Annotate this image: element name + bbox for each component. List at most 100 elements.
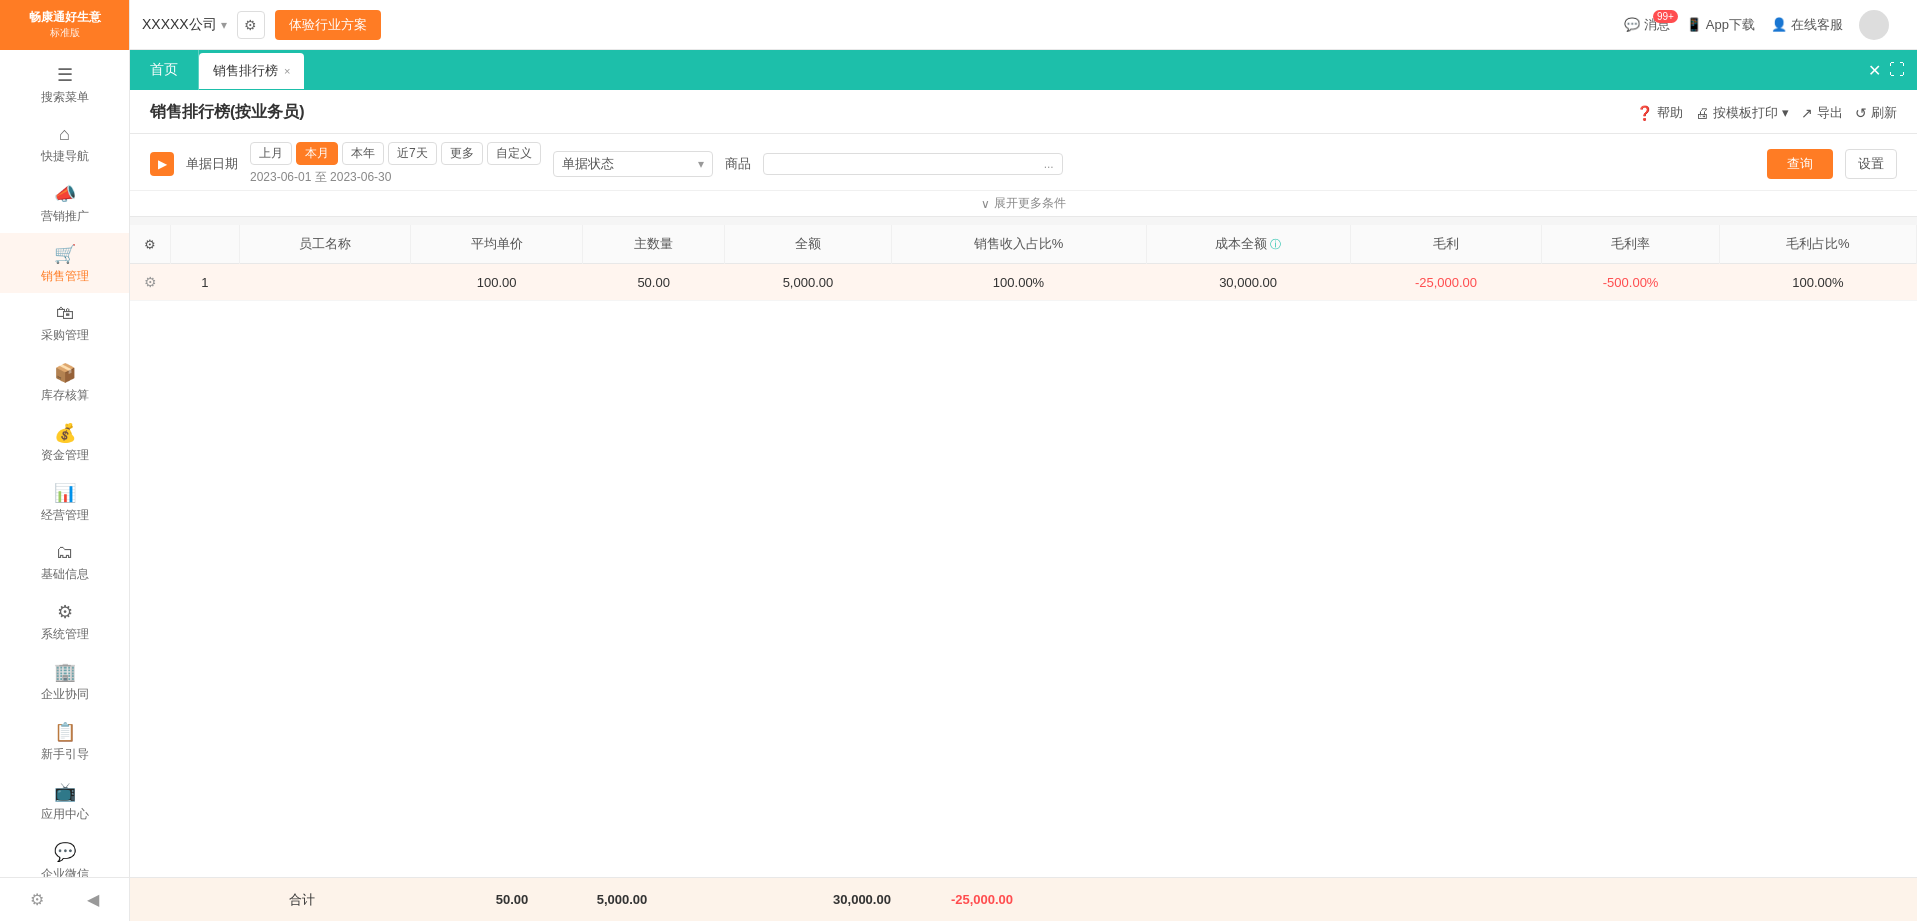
sidebar-item-搜索菜单[interactable]: ☰搜索菜单: [0, 54, 129, 114]
col-avg-price: 平均单价: [411, 225, 582, 264]
sidebar-item-经营管理[interactable]: 📊经营管理: [0, 472, 129, 532]
refresh-button[interactable]: ↺ 刷新: [1855, 104, 1897, 122]
sidebar-item-新手引导[interactable]: 📋新手引导: [0, 711, 129, 771]
sidebar-label-8: 基础信息: [41, 566, 89, 583]
app-download-button[interactable]: 📱 App下载: [1686, 16, 1755, 34]
date-this-year-btn[interactable]: 本年: [342, 142, 384, 165]
topbar-right: 💬 消息 99+ 📱 App下载 👤 在线客服: [1624, 10, 1905, 40]
sidebar-icon-10: 🏢: [54, 661, 76, 683]
sidebar-item-快捷导航[interactable]: ⌂快捷导航: [0, 114, 129, 173]
tab-sales-ranking[interactable]: 销售排行榜 ×: [199, 53, 304, 89]
ranking-table: ⚙ 员工名称 平均单价 主数量 全额 销售收入占比% 成本全额 ⓘ 毛利 毛利率…: [130, 225, 1917, 301]
tab-home[interactable]: 首页: [130, 50, 199, 90]
sidebar-label-3: 销售管理: [41, 268, 89, 285]
col-cost: 成本全额 ⓘ: [1146, 225, 1350, 264]
settings-button[interactable]: 设置: [1845, 149, 1897, 179]
date-prev-month-btn[interactable]: 上月: [250, 142, 292, 165]
expand-icon: ∨: [981, 197, 990, 211]
sidebar-item-企业协同[interactable]: 🏢 企业协同: [0, 651, 129, 711]
sidebar-icon-6: 💰: [54, 422, 76, 444]
row-cost: 30,000.00: [1146, 264, 1350, 301]
row-amount: 5,000.00: [725, 264, 891, 301]
date-range-label: 2023-06-01 至 2023-06-30: [250, 169, 541, 186]
online-support-icon: 👤: [1771, 17, 1787, 32]
sidebar-item-应用中心[interactable]: 📺应用中心: [0, 771, 129, 831]
sidebar-label-10: 企业协同: [41, 686, 89, 703]
goods-more-icon[interactable]: ...: [1044, 157, 1054, 171]
query-button[interactable]: 查询: [1767, 149, 1833, 179]
logo-text: 畅康通好生意: [29, 10, 101, 26]
message-button[interactable]: 💬 消息 99+: [1624, 16, 1670, 34]
table-row: ⚙ 1 100.00 50.00 5,000.00 100.00% 30,000…: [130, 264, 1917, 301]
goods-filter[interactable]: ...: [763, 153, 1063, 175]
sidebar-icon-12: 📺: [54, 781, 76, 803]
footer-amount-col: 5,000.00: [562, 892, 682, 907]
footer-qty-col: 50.00: [462, 892, 562, 907]
date-filter-group: 上月 本月 本年 近7天 更多 自定义 2023-06-01 至 2023-06…: [250, 142, 541, 186]
settings-icon[interactable]: ⚙: [237, 11, 265, 39]
table-footer: 合计 50.00 5,000.00 30,000.00 -25,000.00: [130, 877, 1917, 921]
date-buttons: 上月 本月 本年 近7天 更多 自定义: [250, 142, 541, 165]
trial-button[interactable]: 体验行业方案: [275, 10, 381, 40]
sidebar-item-销售管理[interactable]: 🛒销售管理: [0, 233, 129, 293]
table-settings-icon: ⚙: [144, 237, 156, 252]
sidebar-item-基础信息[interactable]: 🗂 基础信息: [0, 532, 129, 591]
refresh-label: 刷新: [1871, 104, 1897, 122]
sidebar-label-9: 系统管理: [41, 626, 89, 643]
row-rank: 1: [170, 264, 240, 301]
logo-sub: 标准版: [29, 26, 101, 40]
sidebar-icon-8: 🗂: [56, 542, 74, 563]
date-filter-label: 单据日期: [186, 155, 238, 173]
sidebar-icon-2: 📣: [54, 183, 76, 205]
sidebar-bottom: ⚙ ◀: [0, 877, 129, 921]
print-button[interactable]: 🖨 按模板打印 ▾: [1695, 104, 1789, 122]
company-selector[interactable]: XXXXX公司 ▾: [142, 16, 227, 34]
row-name: [240, 264, 411, 301]
sidebar-item-采购管理[interactable]: 🛍采购管理: [0, 293, 129, 352]
col-settings[interactable]: ⚙: [130, 225, 170, 264]
sidebar-item-营销推广[interactable]: 📣营销推广: [0, 173, 129, 233]
row-settings-icon: ⚙: [144, 274, 157, 290]
expand-more-bar: ∨ 展开更多条件: [130, 191, 1917, 217]
refresh-icon: ↺: [1855, 105, 1867, 121]
sidebar-item-系统管理[interactable]: ⚙系统管理: [0, 591, 129, 651]
close-icon[interactable]: ×: [284, 65, 290, 77]
col-profit-pct: 毛利占比%: [1719, 225, 1916, 264]
date-custom-btn[interactable]: 自定义: [487, 142, 541, 165]
help-button[interactable]: ❓ 帮助: [1636, 104, 1683, 122]
goods-filter-label: 商品: [725, 155, 751, 173]
sidebar-item-资金管理[interactable]: 💰资金管理: [0, 412, 129, 472]
row-settings[interactable]: ⚙: [130, 264, 170, 301]
chevron-down-icon: ▾: [221, 18, 227, 32]
sidebar-item-企业微信[interactable]: 💬企业微信: [0, 831, 129, 877]
footer-profit-col: -25,000.00: [922, 892, 1042, 907]
message-icon: 💬: [1624, 17, 1640, 32]
date-this-month-btn[interactable]: 本月: [296, 142, 338, 165]
print-label: 按模板打印: [1713, 104, 1778, 122]
expand-more-button[interactable]: ∨ 展开更多条件: [981, 195, 1066, 212]
sidebar-icon-1: ⌂: [59, 124, 70, 145]
sidebar-label-7: 经营管理: [41, 507, 89, 524]
window-buttons: ✕ ⛶: [1856, 61, 1917, 80]
close-window-icon[interactable]: ✕: [1868, 61, 1881, 80]
page-header: 销售排行榜(按业务员) ❓ 帮助 🖨 按模板打印 ▾ ↗ 导出: [130, 90, 1917, 134]
sidebar-icon-0: ☰: [57, 64, 73, 86]
export-button[interactable]: ↗ 导出: [1801, 104, 1843, 122]
filter-collapse-icon[interactable]: ▶: [150, 152, 174, 176]
date-more-btn[interactable]: 更多: [441, 142, 483, 165]
date-7days-btn[interactable]: 近7天: [388, 142, 437, 165]
row-sales-pct: 100.00%: [891, 264, 1146, 301]
page-title-row: 销售排行榜(按业务员) ❓ 帮助 🖨 按模板打印 ▾ ↗ 导出: [150, 102, 1897, 133]
status-filter-label: 单据状态: [562, 155, 694, 173]
sidebar-settings-icon[interactable]: ⚙: [30, 890, 44, 909]
topbar: XXXXX公司 ▾ ⚙ 体验行业方案 💬 消息 99+ 📱 App下载 👤 在线…: [130, 0, 1917, 50]
row-qty: 50.00: [582, 264, 724, 301]
status-filter[interactable]: 单据状态 ▾: [553, 151, 713, 177]
sidebar-item-库存核算[interactable]: 📦库存核算: [0, 352, 129, 412]
print-icon: 🖨: [1695, 105, 1709, 121]
online-support-button[interactable]: 👤 在线客服: [1771, 16, 1843, 34]
online-support-label: 在线客服: [1791, 16, 1843, 34]
maximize-icon[interactable]: ⛶: [1889, 61, 1905, 79]
sidebar-collapse-icon[interactable]: ◀: [87, 890, 99, 909]
app-download-icon: 📱: [1686, 17, 1702, 32]
